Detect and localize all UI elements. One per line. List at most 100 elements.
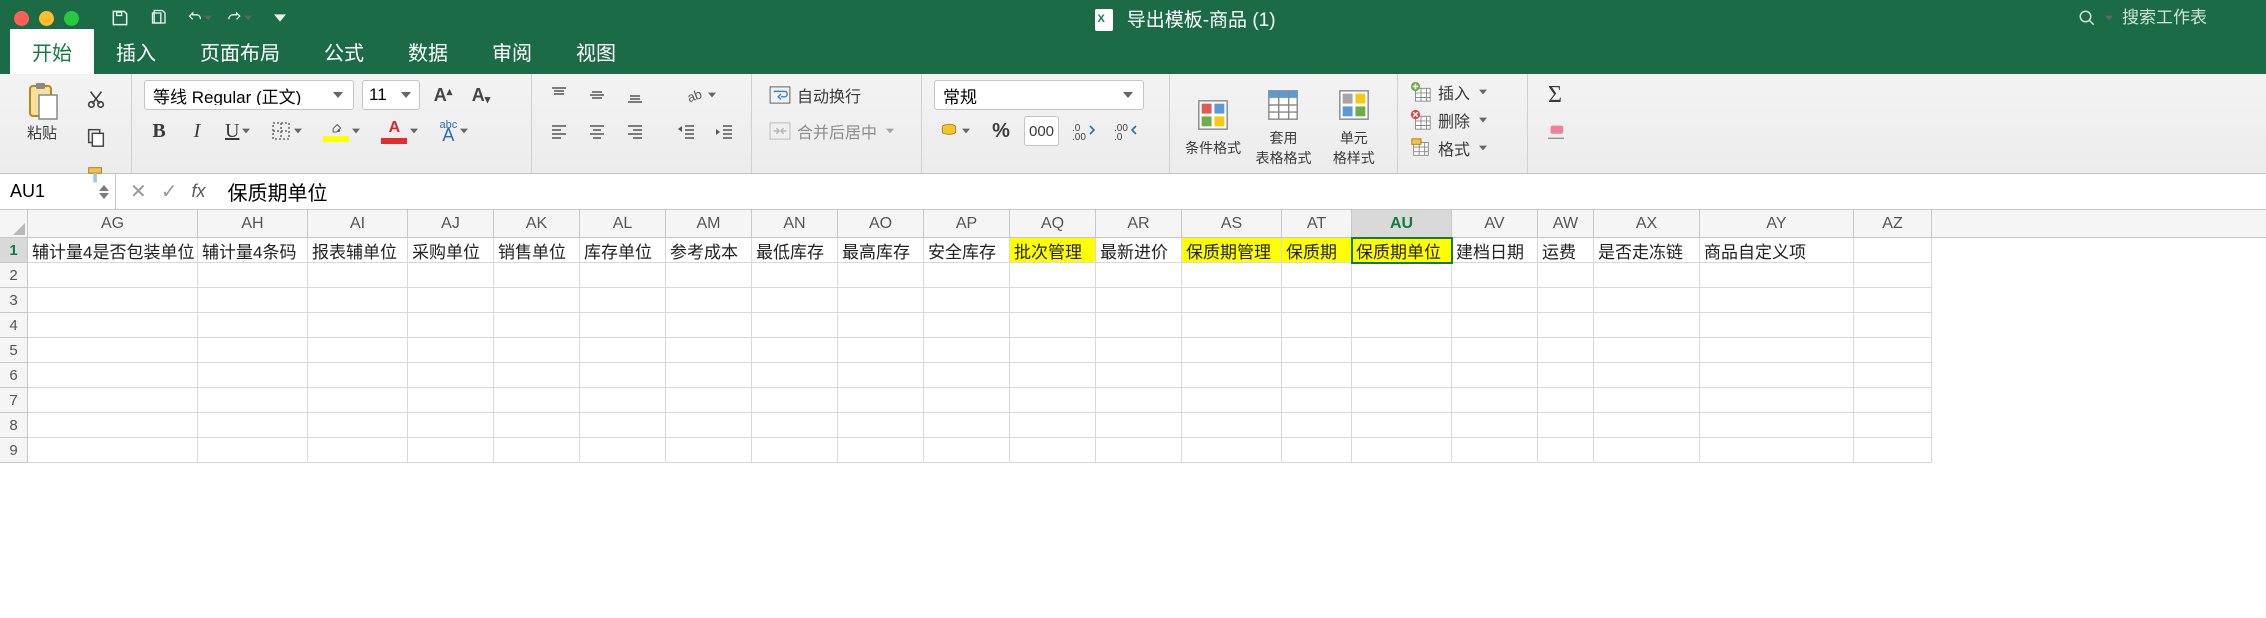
cell-AT2[interactable] xyxy=(1282,263,1352,288)
number-format-input[interactable] xyxy=(943,85,1103,105)
col-header-AJ[interactable]: AJ xyxy=(408,210,494,237)
cell-AN9[interactable] xyxy=(752,438,838,463)
autosum-button[interactable]: Σ xyxy=(1540,80,1570,110)
cell-AZ8[interactable] xyxy=(1854,413,1932,438)
col-header-AZ[interactable]: AZ xyxy=(1854,210,1932,237)
cell-AG6[interactable] xyxy=(28,363,198,388)
minimize-window-button[interactable] xyxy=(39,11,54,26)
cell-AY9[interactable] xyxy=(1700,438,1854,463)
cell-AZ9[interactable] xyxy=(1854,438,1932,463)
row-header-3[interactable]: 3 xyxy=(0,288,28,313)
cell-AH1[interactable]: 辅计量4条码 xyxy=(198,238,308,263)
cell-AV7[interactable] xyxy=(1452,388,1538,413)
col-header-AI[interactable]: AI xyxy=(308,210,408,237)
cell-AU7[interactable] xyxy=(1352,388,1452,413)
cell-AS4[interactable] xyxy=(1182,313,1282,338)
cell-AP7[interactable] xyxy=(924,388,1010,413)
row-header-9[interactable]: 9 xyxy=(0,438,28,463)
cell-AW1[interactable]: 运费 xyxy=(1538,238,1594,263)
align-bottom-button[interactable] xyxy=(620,80,650,110)
close-window-button[interactable] xyxy=(14,11,29,26)
cell-AO2[interactable] xyxy=(838,263,924,288)
fx-icon[interactable]: fx xyxy=(192,181,206,202)
cell-AK8[interactable] xyxy=(494,413,580,438)
align-middle-button[interactable] xyxy=(582,80,612,110)
name-box[interactable] xyxy=(0,174,116,209)
wrap-text-button[interactable]: 自动换行 xyxy=(764,80,866,110)
merge-center-button[interactable]: 合并后居中 xyxy=(764,116,902,146)
cell-AH2[interactable] xyxy=(198,263,308,288)
col-header-AV[interactable]: AV xyxy=(1452,210,1538,237)
col-header-AS[interactable]: AS xyxy=(1182,210,1282,237)
cell-AH8[interactable] xyxy=(198,413,308,438)
cell-AU2[interactable] xyxy=(1352,263,1452,288)
cell-AX5[interactable] xyxy=(1594,338,1700,363)
cell-AX7[interactable] xyxy=(1594,388,1700,413)
cell-AY8[interactable] xyxy=(1700,413,1854,438)
cell-AJ9[interactable] xyxy=(408,438,494,463)
cell-AK1[interactable]: 销售单位 xyxy=(494,238,580,263)
cell-AZ2[interactable] xyxy=(1854,263,1932,288)
cell-AH5[interactable] xyxy=(198,338,308,363)
cell-AR8[interactable] xyxy=(1096,413,1182,438)
cell-AN1[interactable]: 最低库存 xyxy=(752,238,838,263)
cell-AT6[interactable] xyxy=(1282,363,1352,388)
percent-button[interactable]: % xyxy=(986,116,1016,146)
cell-AQ6[interactable] xyxy=(1010,363,1096,388)
cell-AO5[interactable] xyxy=(838,338,924,363)
cell-AS8[interactable] xyxy=(1182,413,1282,438)
cell-AL3[interactable] xyxy=(580,288,666,313)
cell-AJ7[interactable] xyxy=(408,388,494,413)
tab-5[interactable]: 审阅 xyxy=(470,29,554,74)
conditional-format-button[interactable]: 条件格式 xyxy=(1182,94,1244,158)
qat-save-icon[interactable] xyxy=(107,5,133,31)
tab-4[interactable]: 数据 xyxy=(386,29,470,74)
cell-AL2[interactable] xyxy=(580,263,666,288)
cell-AZ1[interactable] xyxy=(1854,238,1932,263)
insert-cells-button[interactable]: 插入 xyxy=(1410,80,1515,104)
cell-AL9[interactable] xyxy=(580,438,666,463)
col-header-AQ[interactable]: AQ xyxy=(1010,210,1096,237)
cell-AM9[interactable] xyxy=(666,438,752,463)
cell-AW5[interactable] xyxy=(1538,338,1594,363)
spreadsheet-grid[interactable]: AGAHAIAJAKALAMANAOAPAQARASATAUAVAWAXAYAZ… xyxy=(0,210,2266,463)
cell-AT1[interactable]: 保质期 xyxy=(1282,238,1352,263)
cell-AT5[interactable] xyxy=(1282,338,1352,363)
currency-button[interactable] xyxy=(934,116,978,146)
cell-AS1[interactable]: 保质期管理 xyxy=(1182,238,1282,263)
cell-AW2[interactable] xyxy=(1538,263,1594,288)
font-size-input[interactable] xyxy=(369,85,397,105)
col-header-AX[interactable]: AX xyxy=(1594,210,1700,237)
cell-AI4[interactable] xyxy=(308,313,408,338)
cell-AK6[interactable] xyxy=(494,363,580,388)
cell-AN8[interactable] xyxy=(752,413,838,438)
cell-AP3[interactable] xyxy=(924,288,1010,313)
decrease-indent-button[interactable] xyxy=(671,116,701,146)
row-header-2[interactable]: 2 xyxy=(0,263,28,288)
cell-AX3[interactable] xyxy=(1594,288,1700,313)
cell-AK7[interactable] xyxy=(494,388,580,413)
col-header-AH[interactable]: AH xyxy=(198,210,308,237)
zoom-window-button[interactable] xyxy=(64,11,79,26)
cell-AL5[interactable] xyxy=(580,338,666,363)
cell-AQ1[interactable]: 批次管理 xyxy=(1010,238,1096,263)
cancel-edit-button[interactable]: ✕ xyxy=(130,179,147,204)
cell-AI9[interactable] xyxy=(308,438,408,463)
row-header-6[interactable]: 6 xyxy=(0,363,28,388)
cell-AK9[interactable] xyxy=(494,438,580,463)
cell-AZ5[interactable] xyxy=(1854,338,1932,363)
cell-AM5[interactable] xyxy=(666,338,752,363)
align-center-button[interactable] xyxy=(582,116,612,146)
cell-AU8[interactable] xyxy=(1352,413,1452,438)
cell-AI8[interactable] xyxy=(308,413,408,438)
cut-button[interactable] xyxy=(80,84,112,114)
col-header-AU[interactable]: AU xyxy=(1352,210,1452,237)
cell-AQ7[interactable] xyxy=(1010,388,1096,413)
bold-button[interactable]: B xyxy=(144,116,174,146)
cell-AL8[interactable] xyxy=(580,413,666,438)
col-header-AL[interactable]: AL xyxy=(580,210,666,237)
cell-AP9[interactable] xyxy=(924,438,1010,463)
cell-AS5[interactable] xyxy=(1182,338,1282,363)
col-header-AR[interactable]: AR xyxy=(1096,210,1182,237)
qat-save-as-icon[interactable] xyxy=(147,5,173,31)
